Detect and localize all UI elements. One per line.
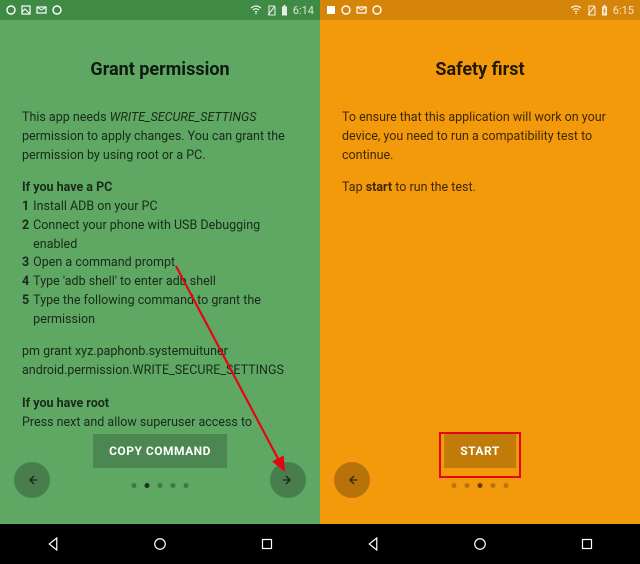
status-right: 6:15 — [570, 4, 634, 17]
nav-recent-key[interactable] — [237, 524, 297, 564]
nav-back-key[interactable] — [23, 524, 83, 564]
status-right: 6:14 — [250, 4, 314, 17]
step-item: 5Type the following command to grant the… — [22, 292, 298, 330]
image-icon — [21, 5, 31, 15]
page-indicator — [452, 483, 509, 488]
wifi-icon — [250, 5, 262, 15]
sim-off-icon — [587, 5, 596, 16]
code-text: WRITE_SECURE_SETTINGS — [110, 110, 257, 125]
page-indicator — [132, 483, 189, 488]
copy-command-button[interactable]: COPY COMMAND — [93, 434, 227, 468]
circle-icon — [341, 5, 351, 15]
sim-off-icon — [267, 5, 276, 16]
android-navbar — [0, 524, 320, 564]
pc-steps: 1Install ADB on your PC 2Connect your ph… — [22, 198, 298, 329]
circle-icon — [52, 5, 62, 15]
pc-heading: If you have a PC — [22, 179, 298, 198]
onboarding-screen-safety: 6:15 Safety first To ensure that this ap… — [320, 0, 640, 564]
circle-icon — [372, 5, 382, 15]
step-item: 4Type 'adb shell' to enter adb shell — [22, 273, 298, 292]
mail-icon — [356, 5, 367, 15]
intro-text: This app needs WRITE_SECURE_SETTINGS per… — [22, 109, 298, 165]
nav-home-key[interactable] — [450, 524, 510, 564]
page-title: Safety first — [342, 56, 618, 83]
square-icon — [326, 5, 336, 15]
nav-back-key[interactable] — [343, 524, 403, 564]
step-item: 2Connect your phone with USB Debugging e… — [22, 217, 298, 255]
safety-p2: Tap start to run the test. — [342, 179, 618, 198]
nav-home-key[interactable] — [130, 524, 190, 564]
status-time: 6:15 — [613, 4, 634, 17]
next-button[interactable] — [270, 462, 306, 498]
onboarding-screen-permission: 6:14 Grant permission This app needs WRI… — [0, 0, 320, 564]
back-button[interactable] — [334, 462, 370, 498]
safety-p1: To ensure that this application will wor… — [342, 109, 618, 165]
nav-recent-key[interactable] — [557, 524, 617, 564]
status-time: 6:14 — [293, 4, 314, 17]
status-bar: 6:15 — [320, 0, 640, 20]
wifi-icon — [570, 5, 582, 15]
command-text: pm grant xyz.paphonb.systemuituner andro… — [22, 343, 298, 381]
battery-icon — [281, 5, 288, 16]
status-left — [326, 5, 382, 15]
step-item: 3Open a command prompt — [22, 254, 298, 273]
battery-charging-icon — [601, 5, 608, 16]
page-title: Grant permission — [22, 56, 298, 83]
circle-icon — [6, 5, 16, 15]
root-text: Press next and allow superuser access to — [22, 414, 298, 433]
step-item: 1Install ADB on your PC — [22, 198, 298, 217]
root-heading: If you have root — [22, 395, 298, 414]
android-navbar — [320, 524, 640, 564]
annotation-highlight — [439, 432, 521, 478]
back-button[interactable] — [14, 462, 50, 498]
status-left — [6, 5, 62, 15]
status-bar: 6:14 — [0, 0, 320, 20]
mail-icon — [36, 5, 47, 15]
